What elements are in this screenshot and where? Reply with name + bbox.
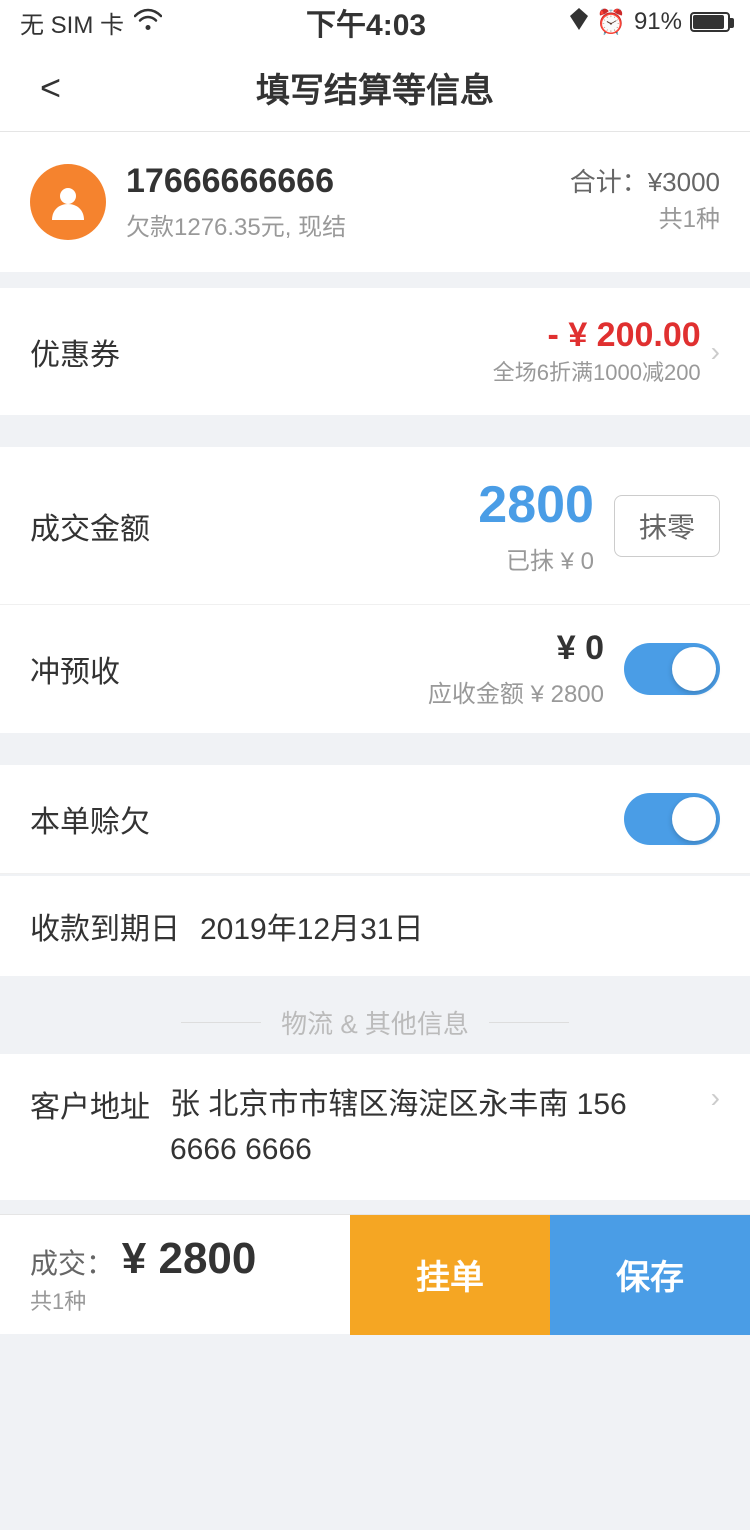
due-date-row: 收款到期日 2019年12月31日	[0, 876, 750, 976]
coupon-amount: - ¥ 200.00	[493, 316, 701, 355]
deal-amount-value: 2800	[478, 475, 594, 535]
deal-sub: 已抹 ¥ 0	[506, 541, 594, 576]
debt-row: 本单赊欠	[0, 765, 750, 873]
prepay-col: ¥ 0 应收金额 ¥ 2800	[428, 629, 604, 709]
row-divider	[0, 873, 750, 874]
header: < 填写结算等信息	[0, 44, 750, 132]
logistics-label: 物流 & 其他信息	[181, 1004, 569, 1041]
bottom-amount: ¥ 2800	[122, 1234, 257, 1283]
battery-icon	[690, 12, 730, 32]
total-count: 共1种	[570, 199, 720, 234]
coupon-row[interactable]: 优惠券 - ¥ 200.00 全场6折满1000减200 ›	[0, 288, 750, 415]
coupon-desc: 全场6折满1000减200	[493, 355, 701, 387]
avatar	[30, 164, 106, 240]
page-title: 填写结算等信息	[256, 63, 494, 112]
form-section: 成交金额 2800 已抹 ¥ 0 抹零 冲预收 ¥ 0 应收金额 ¥ 2800	[0, 447, 750, 733]
address-chevron: ›	[711, 1082, 720, 1114]
user-left: 17666666666 欠款1276.35元, 现结	[30, 162, 346, 242]
time-label: 下午4:03	[306, 0, 426, 44]
user-debt: 欠款1276.35元, 现结	[126, 207, 346, 242]
user-total: 合计：¥3000 共1种	[570, 162, 720, 234]
prepay-sub: 应收金额 ¥ 2800	[428, 674, 604, 709]
address-row[interactable]: 客户地址 张 北京市市辖区海淀区永丰南 156 6666 6666 ›	[0, 1054, 750, 1200]
carrier-label: 无 SIM 卡	[20, 5, 124, 40]
section-divider-1	[0, 431, 750, 447]
prepay-label: 冲预收	[30, 647, 120, 691]
pending-button[interactable]: 挂单	[350, 1215, 550, 1335]
status-left: 无 SIM 卡	[20, 5, 162, 40]
bottom-deal-label: 成交：	[30, 1248, 114, 1279]
deal-amount-row: 成交金额 2800 已抹 ¥ 0 抹零	[0, 447, 750, 605]
user-card: 17666666666 欠款1276.35元, 现结 合计：¥3000 共1种	[0, 132, 750, 272]
coupon-right: - ¥ 200.00 全场6折满1000减200 ›	[493, 316, 720, 387]
location-icon	[570, 8, 588, 37]
address-value: 张 北京市市辖区海淀区永丰南 156 6666 6666	[170, 1082, 691, 1172]
prepay-row: 冲预收 ¥ 0 应收金额 ¥ 2800	[0, 605, 750, 733]
bottom-bar: 成交： ¥ 2800 共1种 挂单 保存	[0, 1214, 750, 1334]
deal-label: 成交金额	[30, 504, 150, 548]
prepay-amount: ¥ 0	[557, 629, 604, 668]
debt-toggle[interactable]	[624, 793, 720, 845]
bottom-info: 成交： ¥ 2800 共1种	[0, 1234, 350, 1316]
user-phone: 17666666666	[126, 162, 346, 201]
bottom-count: 共1种	[30, 1284, 320, 1316]
prepay-right: ¥ 0 应收金额 ¥ 2800	[428, 629, 720, 709]
coupon-chevron: ›	[711, 336, 720, 368]
user-info: 17666666666 欠款1276.35元, 现结	[126, 162, 346, 242]
due-date-value: 2019年12月31日	[200, 904, 423, 948]
deal-right: 2800 已抹 ¥ 0 抹零	[478, 475, 720, 576]
round-zero-button[interactable]: 抹零	[614, 495, 720, 557]
debt-toggle-knob	[672, 797, 716, 841]
prepay-toggle[interactable]	[624, 643, 720, 695]
due-label: 收款到期日	[30, 904, 180, 948]
battery-percent: 91%	[634, 8, 682, 36]
total-label: 合计：¥3000	[570, 162, 720, 199]
status-bar: 无 SIM 卡 下午4:03 ⏰ 91%	[0, 0, 750, 44]
bottom-deal-row: 成交： ¥ 2800	[30, 1234, 320, 1284]
toggle-knob	[672, 647, 716, 691]
status-right: ⏰ 91%	[570, 8, 730, 37]
save-button[interactable]: 保存	[550, 1215, 750, 1335]
coupon-label: 优惠券	[30, 330, 120, 374]
deal-col: 2800 已抹 ¥ 0	[478, 475, 594, 576]
back-button[interactable]: <	[30, 57, 71, 119]
coupon-info: - ¥ 200.00 全场6折满1000减200	[493, 316, 701, 387]
wifi-icon	[134, 8, 162, 37]
alarm-icon: ⏰	[596, 8, 626, 37]
debt-label: 本单赊欠	[30, 797, 150, 841]
section-divider-2	[0, 733, 750, 749]
logistics-divider: 物流 & 其他信息	[0, 992, 750, 1052]
address-label: 客户地址	[30, 1082, 150, 1126]
